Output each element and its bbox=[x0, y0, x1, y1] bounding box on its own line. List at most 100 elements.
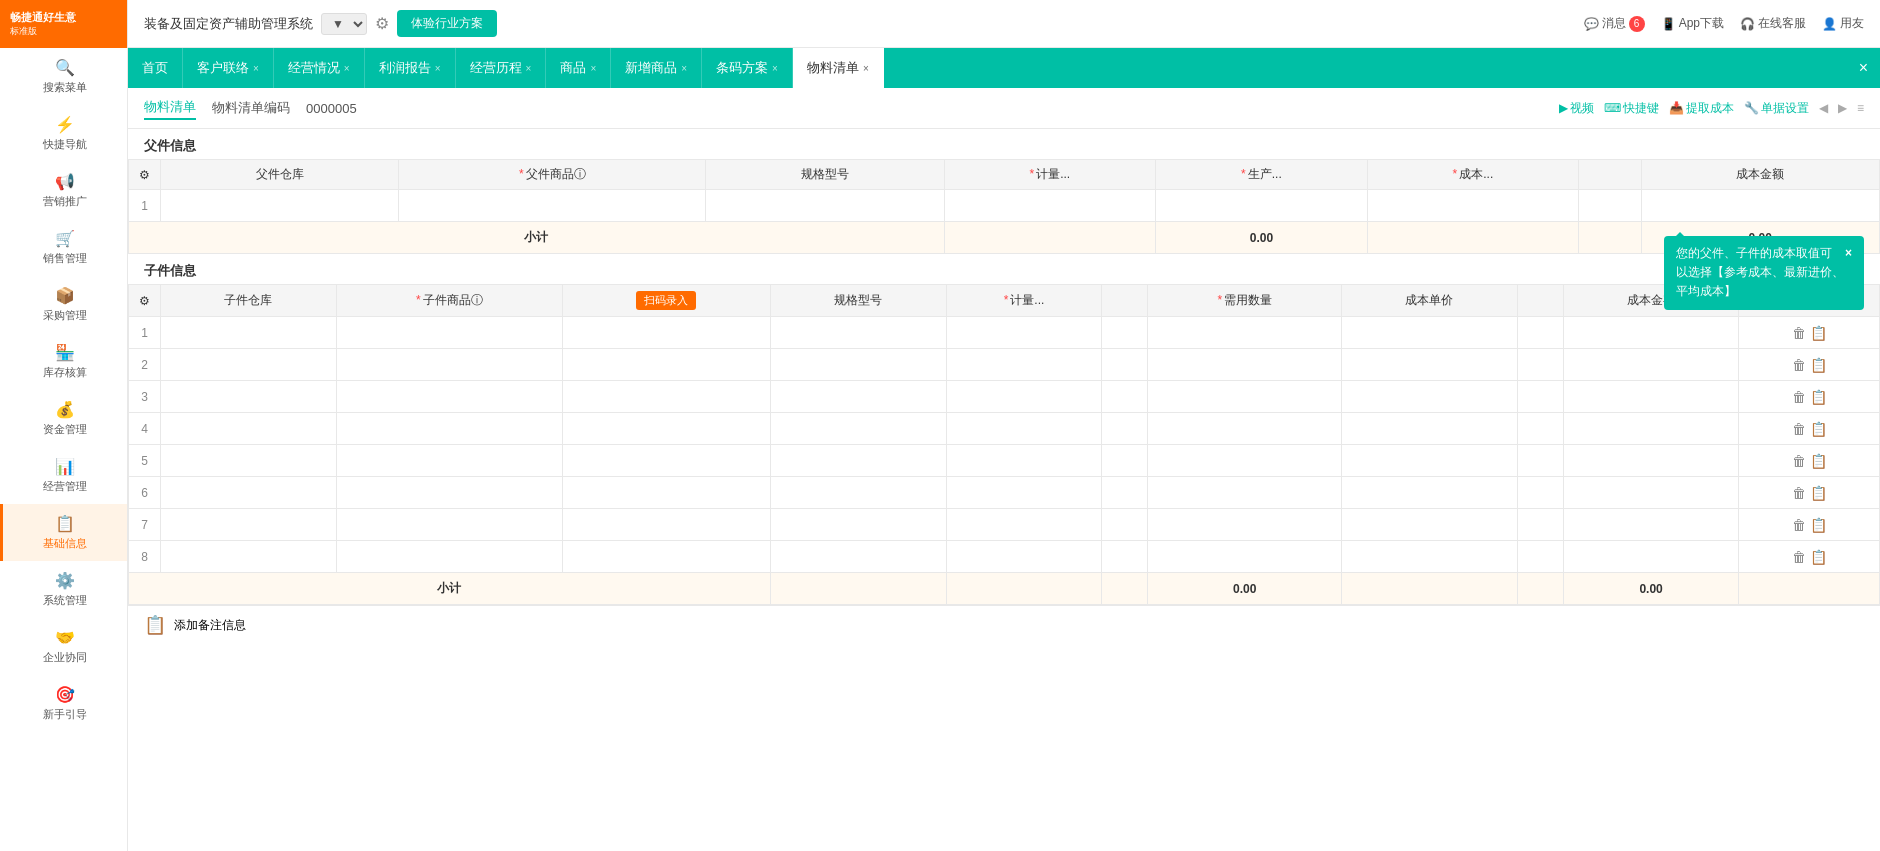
sidebar-item-finance[interactable]: 💰 资金管理 bbox=[0, 390, 127, 447]
copy-icon-7[interactable]: 📋 bbox=[1810, 517, 1827, 533]
child-qty-8[interactable] bbox=[1148, 541, 1342, 573]
parent-production-1[interactable] bbox=[1156, 190, 1368, 222]
child-spec-2[interactable] bbox=[770, 349, 946, 381]
delete-icon-1[interactable]: 🗑 bbox=[1792, 325, 1806, 341]
tab-operations-close[interactable]: × bbox=[344, 63, 350, 74]
delete-icon-4[interactable]: 🗑 bbox=[1792, 421, 1806, 437]
user-item[interactable]: 👤 用友 bbox=[1822, 15, 1864, 32]
child-unit-cost-6[interactable] bbox=[1342, 477, 1518, 509]
tab-history[interactable]: 经营历程 × bbox=[456, 48, 547, 88]
child-unit-cost-5[interactable] bbox=[1342, 445, 1518, 477]
child-goods-1[interactable] bbox=[336, 317, 562, 349]
child-unit-3[interactable] bbox=[946, 381, 1102, 413]
child-goods-3[interactable] bbox=[336, 381, 562, 413]
child-unit-4[interactable] bbox=[946, 413, 1102, 445]
child-unit-cost-1[interactable] bbox=[1342, 317, 1518, 349]
tooltip-close[interactable]: × bbox=[1845, 244, 1852, 263]
sidebar-item-guide[interactable]: 🎯 新手引导 bbox=[0, 675, 127, 732]
child-spec-7[interactable] bbox=[770, 509, 946, 541]
delete-icon-8[interactable]: 🗑 bbox=[1792, 549, 1806, 565]
child-spec-1[interactable] bbox=[770, 317, 946, 349]
child-warehouse-8[interactable] bbox=[161, 541, 337, 573]
bottom-icon[interactable]: 📋 bbox=[144, 614, 166, 636]
child-qty-5[interactable] bbox=[1148, 445, 1342, 477]
parent-warehouse-1[interactable] bbox=[161, 190, 399, 222]
action-shortcut[interactable]: ⌨ 快捷键 bbox=[1604, 100, 1659, 117]
tab-goods-close[interactable]: × bbox=[590, 63, 596, 74]
tab-profit[interactable]: 利润报告 × bbox=[365, 48, 456, 88]
delete-icon-5[interactable]: 🗑 bbox=[1792, 453, 1806, 469]
child-warehouse-6[interactable] bbox=[161, 477, 337, 509]
child-col-settings[interactable]: ⚙ bbox=[129, 285, 161, 317]
child-unit-cost-2[interactable] bbox=[1342, 349, 1518, 381]
child-warehouse-1[interactable] bbox=[161, 317, 337, 349]
sidebar-item-basic-info[interactable]: 📋 基础信息 bbox=[0, 504, 127, 561]
child-warehouse-2[interactable] bbox=[161, 349, 337, 381]
sidebar-item-system[interactable]: ⚙️ 系统管理 bbox=[0, 561, 127, 618]
child-goods-7[interactable] bbox=[336, 509, 562, 541]
sub-tab-bom[interactable]: 物料清单 bbox=[144, 96, 196, 120]
child-unit-cost-3[interactable] bbox=[1342, 381, 1518, 413]
child-goods-4[interactable] bbox=[336, 413, 562, 445]
child-spec-6[interactable] bbox=[770, 477, 946, 509]
sidebar-item-quick-nav[interactable]: ⚡ 快捷导航 bbox=[0, 105, 127, 162]
action-single-settings[interactable]: 🔧 单据设置 bbox=[1744, 100, 1809, 117]
nav-prev[interactable]: ◀ bbox=[1819, 101, 1828, 115]
sidebar-item-enterprise[interactable]: 🤝 企业协同 bbox=[0, 618, 127, 675]
settings-icon[interactable]: ⚙ bbox=[375, 14, 389, 33]
child-unit-cost-8[interactable] bbox=[1342, 541, 1518, 573]
child-qty-2[interactable] bbox=[1148, 349, 1342, 381]
parent-goods-1[interactable] bbox=[399, 190, 706, 222]
child-unit-2[interactable] bbox=[946, 349, 1102, 381]
child-qty-4[interactable] bbox=[1148, 413, 1342, 445]
child-qty-6[interactable] bbox=[1148, 477, 1342, 509]
tab-history-close[interactable]: × bbox=[526, 63, 532, 74]
child-spec-3[interactable] bbox=[770, 381, 946, 413]
action-extract-cost[interactable]: 📥 提取成本 bbox=[1669, 100, 1734, 117]
tab-new-goods-close[interactable]: × bbox=[681, 63, 687, 74]
close-all-tabs[interactable]: × bbox=[1847, 59, 1880, 77]
scan-button[interactable]: 扫码录入 bbox=[636, 291, 696, 310]
child-warehouse-5[interactable] bbox=[161, 445, 337, 477]
child-spec-5[interactable] bbox=[770, 445, 946, 477]
delete-icon-6[interactable]: 🗑 bbox=[1792, 485, 1806, 501]
copy-icon-6[interactable]: 📋 bbox=[1810, 485, 1827, 501]
sidebar-item-sales[interactable]: 🛒 销售管理 bbox=[0, 219, 127, 276]
child-qty-1[interactable] bbox=[1148, 317, 1342, 349]
copy-icon-4[interactable]: 📋 bbox=[1810, 421, 1827, 437]
child-col-scan[interactable]: 扫码录入 bbox=[562, 285, 770, 317]
child-unit-1[interactable] bbox=[946, 317, 1102, 349]
parent-unit-1[interactable] bbox=[944, 190, 1156, 222]
sidebar-item-inventory[interactable]: 🏪 库存核算 bbox=[0, 333, 127, 390]
child-warehouse-7[interactable] bbox=[161, 509, 337, 541]
copy-icon-5[interactable]: 📋 bbox=[1810, 453, 1827, 469]
message-item[interactable]: 💬 消息 6 bbox=[1584, 15, 1645, 32]
child-qty-3[interactable] bbox=[1148, 381, 1342, 413]
child-unit-cost-7[interactable] bbox=[1342, 509, 1518, 541]
child-unit-8[interactable] bbox=[946, 541, 1102, 573]
tab-home[interactable]: 首页 bbox=[128, 48, 183, 88]
sidebar-item-search[interactable]: 🔍 搜索菜单 bbox=[0, 48, 127, 105]
tab-barcode[interactable]: 条码方案 × bbox=[702, 48, 793, 88]
tab-goods[interactable]: 商品 × bbox=[546, 48, 611, 88]
tab-profit-close[interactable]: × bbox=[435, 63, 441, 74]
child-qty-7[interactable] bbox=[1148, 509, 1342, 541]
tab-barcode-close[interactable]: × bbox=[772, 63, 778, 74]
child-unit-cost-4[interactable] bbox=[1342, 413, 1518, 445]
copy-icon-3[interactable]: 📋 bbox=[1810, 389, 1827, 405]
child-warehouse-4[interactable] bbox=[161, 413, 337, 445]
tab-bom[interactable]: 物料清单 × bbox=[793, 48, 884, 88]
copy-icon-8[interactable]: 📋 bbox=[1810, 549, 1827, 565]
copy-icon-2[interactable]: 📋 bbox=[1810, 357, 1827, 373]
child-goods-6[interactable] bbox=[336, 477, 562, 509]
nav-next[interactable]: ▶ bbox=[1838, 101, 1847, 115]
copy-icon-1[interactable]: 📋 bbox=[1810, 325, 1827, 341]
child-goods-5[interactable] bbox=[336, 445, 562, 477]
sidebar-item-operations[interactable]: 📊 经营管理 bbox=[0, 447, 127, 504]
tab-new-goods[interactable]: 新增商品 × bbox=[611, 48, 702, 88]
tab-bom-close[interactable]: × bbox=[863, 63, 869, 74]
child-warehouse-3[interactable] bbox=[161, 381, 337, 413]
child-goods-2[interactable] bbox=[336, 349, 562, 381]
child-unit-6[interactable] bbox=[946, 477, 1102, 509]
app-download-item[interactable]: 📱 App下载 bbox=[1661, 15, 1724, 32]
